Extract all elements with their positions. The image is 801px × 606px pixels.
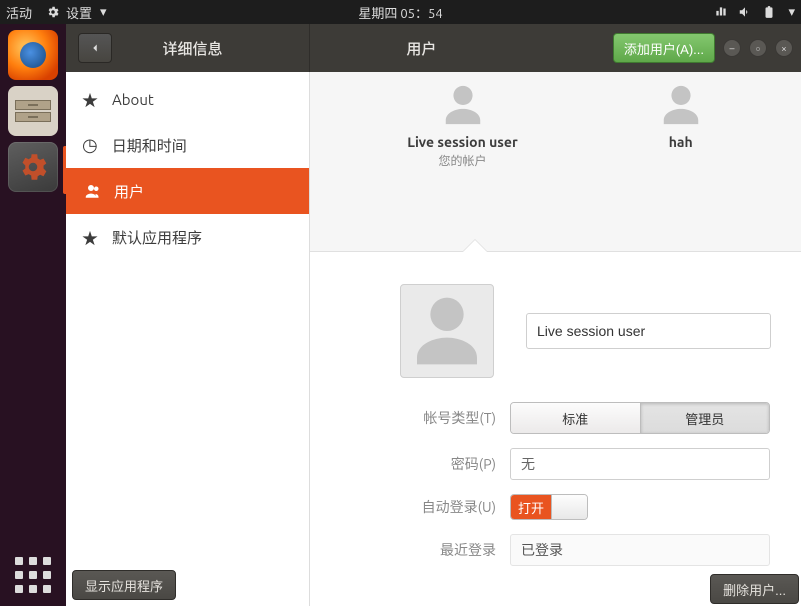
window-maximize-button[interactable]: ▫: [749, 39, 767, 57]
system-menu[interactable]: ▾: [714, 5, 795, 20]
sidebar-item-about[interactable]: About: [66, 76, 309, 122]
network-icon: [714, 5, 728, 19]
battery-icon: [762, 5, 776, 19]
user-subtitle: 您的帐户: [438, 152, 486, 169]
sidebar-item-label: 默认应用程序: [112, 227, 202, 248]
panel-clock[interactable]: 星期四 05：54: [358, 3, 442, 22]
delete-user-button[interactable]: 删除用户...: [710, 574, 799, 604]
users-icon: [82, 182, 100, 200]
account-type-toggle: 标准 管理员: [510, 402, 770, 434]
switch-knob: [551, 495, 587, 519]
sidebar-item-label: 日期和时间: [112, 135, 187, 156]
launcher-firefox[interactable]: [8, 30, 58, 80]
sidebar-item-label: About: [112, 91, 154, 108]
show-applications-button[interactable]: [10, 552, 56, 598]
app-menu-label: 设置: [66, 3, 92, 22]
launcher-settings[interactable]: [8, 142, 58, 192]
user-card-other[interactable]: hah: [658, 82, 704, 150]
avatar-icon: [440, 82, 486, 128]
account-type-label: 帐号类型(T): [340, 408, 510, 428]
user-card-current[interactable]: Live session user 您的帐户: [407, 82, 517, 169]
back-button[interactable]: [78, 33, 112, 63]
gear-icon: [46, 5, 60, 19]
sidebar-item-datetime[interactable]: 日期和时间: [66, 122, 309, 168]
account-type-admin[interactable]: 管理员: [641, 403, 770, 433]
account-type-standard[interactable]: 标准: [511, 403, 641, 433]
lastlogin-label: 最近登录: [340, 540, 510, 560]
autologin-label: 自动登录(U): [340, 497, 510, 517]
launcher-files[interactable]: [8, 86, 58, 136]
switch-on-label: 打开: [511, 495, 551, 519]
clock-icon: [82, 135, 98, 156]
full-name-input[interactable]: [526, 313, 771, 349]
selection-pointer: [463, 240, 487, 252]
add-user-button[interactable]: 添加用户(A)...: [613, 33, 715, 63]
chevron-down-icon: ▾: [788, 5, 795, 20]
star-icon: [82, 87, 98, 111]
app-menu[interactable]: 设置 ▾: [46, 3, 107, 22]
lastlogin-value: 已登录: [510, 534, 770, 566]
star-icon: [82, 225, 98, 249]
window-close-button[interactable]: ×: [775, 39, 793, 57]
show-apps-overlay-button[interactable]: 显示应用程序: [72, 570, 176, 600]
user-details: 帐号类型(T) 标准 管理员 密码(P) 无 自动登录(U) 打开: [310, 252, 801, 606]
window-minimize-button[interactable]: –: [723, 39, 741, 57]
user-selector: Live session user 您的帐户 hah: [310, 72, 801, 252]
content-area: Live session user 您的帐户 hah: [310, 72, 801, 606]
user-name: Live session user: [407, 134, 517, 150]
sidebar-item-label: 用户: [114, 181, 144, 202]
chevron-left-icon: [88, 41, 102, 55]
sidebar-item-default-apps[interactable]: 默认应用程序: [66, 214, 309, 260]
chevron-down-icon: ▾: [100, 5, 107, 20]
gear-wrench-icon: [16, 150, 50, 184]
top-panel: 活动 设置 ▾ 星期四 05：54 ▾: [0, 0, 801, 24]
settings-window: 详细信息 用户 添加用户(A)... – ▫ × About 日期和时间 用户: [66, 24, 801, 606]
sidebar-item-users[interactable]: 用户: [66, 168, 309, 214]
titlebar: 详细信息 用户 添加用户(A)... – ▫ ×: [66, 24, 801, 72]
activities-button[interactable]: 活动: [6, 3, 32, 22]
avatar-icon: [658, 82, 704, 128]
avatar-picker[interactable]: [400, 284, 494, 378]
settings-sidebar: About 日期和时间 用户 默认应用程序: [66, 72, 310, 606]
password-button[interactable]: 无: [510, 448, 770, 480]
password-label: 密码(P): [340, 454, 510, 474]
sidebar-header-title: 详细信息: [112, 38, 309, 59]
launcher: [0, 24, 66, 606]
user-name: hah: [669, 134, 693, 150]
autologin-switch[interactable]: 打开: [510, 494, 588, 520]
header-title: 用户: [406, 40, 436, 57]
volume-icon: [738, 5, 752, 19]
avatar-icon: [407, 291, 487, 371]
